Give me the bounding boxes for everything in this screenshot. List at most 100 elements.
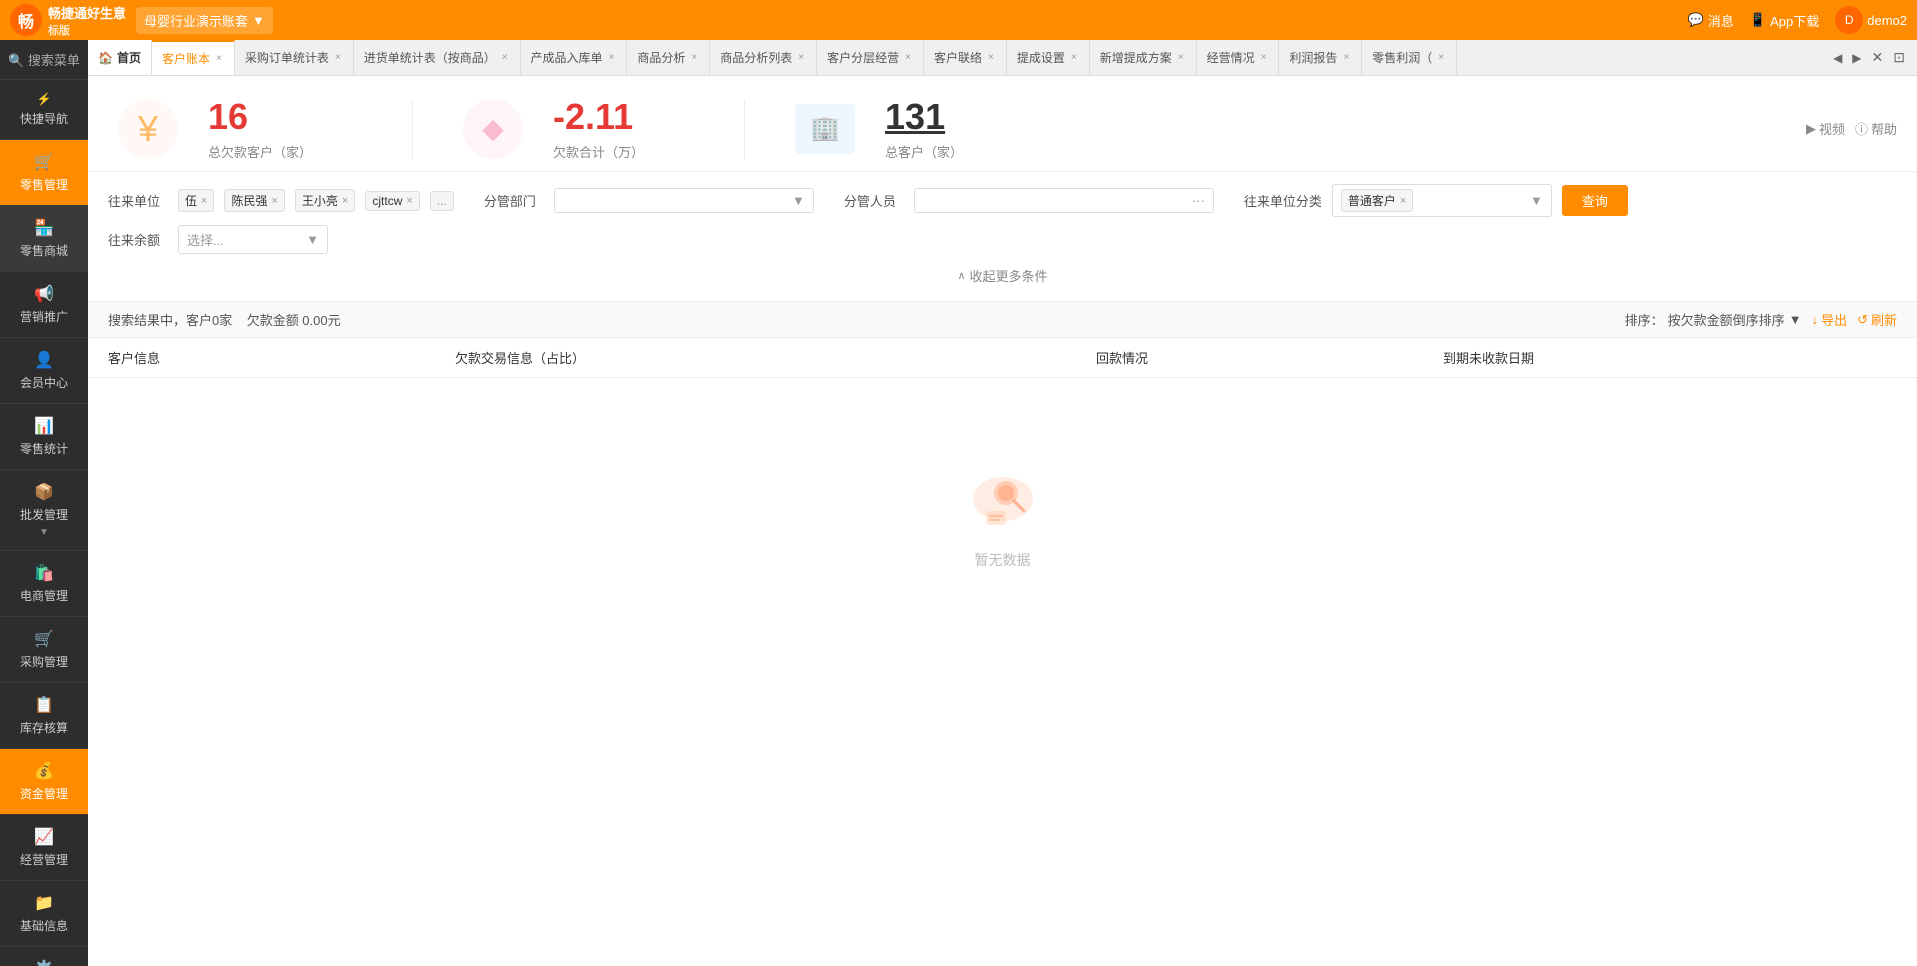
tab-cost-stock[interactable]: 产成品入库单 ×: [521, 40, 628, 76]
member-icon: 👤: [34, 350, 54, 370]
col-customer-info: 客户信息: [88, 338, 435, 378]
stat-block-3: 🏢 131 总客户（家）: [785, 96, 1023, 161]
logo-text: 畅捷通好生意 标版: [48, 3, 126, 38]
export-button[interactable]: ↓ 导出: [1812, 310, 1848, 329]
nav-icon: ⚡: [37, 92, 52, 106]
sidebar-item-retail-mgmt[interactable]: 🛒 零售管理: [0, 140, 88, 206]
purchase-icon: 🛒: [34, 629, 54, 649]
tab-close-goods-analysis[interactable]: ×: [689, 52, 699, 63]
tab-close-cost-stock[interactable]: ×: [607, 52, 617, 63]
stat-block-1: ¥ 16 总欠款客户（家）: [108, 96, 372, 161]
sidebar-item-label: 资金管理: [20, 785, 68, 802]
tab-operation-status[interactable]: 经营情况 ×: [1197, 40, 1280, 76]
tab-home[interactable]: 🏠 首页: [88, 40, 152, 76]
retail-icon: 🛒: [34, 152, 54, 172]
sidebar-item-finance[interactable]: 💰 资金管理: [0, 749, 88, 815]
tab-close-goods-analysis-list[interactable]: ×: [796, 52, 806, 63]
content-area: 🏠 首页 客户账本 × 采购订单统计表 × 进货单统计表（按商品） × 产成品入…: [88, 40, 1917, 966]
tab-close-customer-contact[interactable]: ×: [986, 52, 996, 63]
sidebar-item-member-center[interactable]: 👤 会员中心: [0, 338, 88, 404]
tab-new-promotion[interactable]: 新增提成方案 ×: [1090, 40, 1197, 76]
sort-selector[interactable]: 排序： 按欠款金额倒序排序 ▼: [1625, 310, 1802, 329]
sidebar-item-inventory[interactable]: 📋 库存核算: [0, 683, 88, 749]
app-logo: 畅 畅捷通好生意 标版: [10, 3, 126, 38]
sidebar-item-retail-stat[interactable]: 📊 零售统计: [0, 404, 88, 470]
stats-section: ¥ 16 总欠款客户（家） ◆ -2.11: [88, 76, 1917, 172]
tab-goods-analysis-list[interactable]: 商品分析列表 ×: [710, 40, 817, 76]
user-menu[interactable]: D demo2: [1835, 6, 1907, 34]
tab-customer-contact[interactable]: 客户联络 ×: [924, 40, 1007, 76]
tag-close-normal[interactable]: ×: [1400, 195, 1406, 207]
sort-label: 排序：: [1625, 310, 1664, 329]
stat-icon-1: ¥: [108, 99, 188, 159]
home-icon: 🏠: [98, 51, 113, 65]
sidebar-item-label: 零售统计: [20, 440, 68, 457]
selector-label: 母婴行业演示账套: [144, 11, 248, 30]
tab-close-customer-book[interactable]: ×: [214, 53, 224, 64]
filter-tag-cjttcw: cjttcw ×: [365, 191, 419, 211]
inventory-icon: 📋: [34, 695, 54, 715]
sidebar-item-system[interactable]: ⚙️ 系统管理: [0, 947, 88, 966]
query-button[interactable]: 查询: [1562, 185, 1628, 216]
app-download-button[interactable]: 📱 App下载: [1750, 11, 1819, 30]
sidebar-item-basic-info[interactable]: 📁 基础信息: [0, 881, 88, 947]
sidebar-item-ecommerce[interactable]: 🛍️ 电商管理: [0, 551, 88, 617]
sidebar-item-label: 基础信息: [20, 917, 68, 934]
main-content: ¥ 16 总欠款客户（家） ◆ -2.11: [88, 76, 1917, 966]
tag-close-wu[interactable]: ×: [201, 195, 207, 207]
tab-customer-book[interactable]: 客户账本 ×: [152, 40, 235, 76]
tab-close-customer-segment[interactable]: ×: [903, 52, 913, 63]
tag-close-cjttcw[interactable]: ×: [406, 195, 412, 207]
filter-tag-more[interactable]: ...: [430, 191, 454, 211]
app-container: 畅 畅捷通好生意 标版 母婴行业演示账套 ▼ 💬 消息 📱 App下载 D de…: [0, 0, 1917, 966]
basic-icon: 📁: [34, 893, 54, 913]
person-select[interactable]: ···: [914, 188, 1214, 213]
tab-close-new-promotion[interactable]: ×: [1176, 52, 1186, 63]
chevron-down-icon: ▼: [792, 193, 805, 208]
sidebar-item-wholesale[interactable]: 📦 批发管理 ▼: [0, 470, 88, 551]
sidebar-quick-nav[interactable]: ⚡ 快捷导航: [0, 80, 88, 140]
sidebar-item-marketing[interactable]: 📢 营销推广: [0, 272, 88, 338]
classify-select[interactable]: 普通客户 × ▼: [1332, 184, 1552, 217]
sidebar-search[interactable]: 🔍 搜索菜单: [0, 40, 88, 80]
dept-select[interactable]: ▼: [554, 188, 814, 213]
sidebar-item-retail-mall[interactable]: 🏪 零售商城: [0, 206, 88, 272]
tab-close-profit-report[interactable]: ×: [1341, 52, 1351, 63]
message-icon: 💬: [1688, 12, 1704, 28]
balance-select[interactable]: 选择... ▼: [178, 225, 328, 254]
sidebar-item-purchase[interactable]: 🛒 采购管理: [0, 617, 88, 683]
tab-retail-profit[interactable]: 零售利润（ ×: [1362, 40, 1457, 76]
help-link[interactable]: ⓘ 帮助: [1855, 119, 1897, 138]
balance-label: 往来余额: [108, 230, 168, 249]
operation-icon: 📈: [34, 827, 54, 847]
empty-icon: [953, 458, 1053, 538]
video-link[interactable]: ▶ 视频: [1806, 119, 1845, 138]
tab-customer-segment[interactable]: 客户分层经营 ×: [817, 40, 924, 76]
data-table: 客户信息 欠款交易信息（占比） 回款情况 到期未收款日期: [88, 338, 1917, 378]
tab-close-promotion-settings[interactable]: ×: [1069, 52, 1079, 63]
refresh-button[interactable]: ↺ 刷新: [1857, 310, 1897, 329]
tab-profit-report[interactable]: 利润报告 ×: [1279, 40, 1362, 76]
tab-close-stock-stat[interactable]: ×: [500, 52, 510, 63]
table-header-row: 客户信息 欠款交易信息（占比） 回款情况 到期未收款日期: [88, 338, 1917, 378]
tab-expand[interactable]: ⊡: [1889, 47, 1909, 68]
tab-prev-arrow[interactable]: ◀: [1829, 49, 1846, 67]
company-selector[interactable]: 母婴行业演示账套 ▼: [136, 7, 273, 34]
tab-close-retail-profit[interactable]: ×: [1436, 52, 1446, 63]
tab-purchase-order[interactable]: 采购订单统计表 ×: [235, 40, 354, 76]
tag-close-wang[interactable]: ×: [342, 195, 348, 207]
sidebar-item-operation[interactable]: 📈 经营管理: [0, 815, 88, 881]
tab-close-purchase-order[interactable]: ×: [333, 52, 343, 63]
collapse-button[interactable]: ∧ 收起更多条件: [108, 262, 1897, 289]
stat-icon: 📊: [34, 416, 54, 436]
diamond-icon: ◆: [463, 99, 523, 159]
tab-promotion-settings[interactable]: 提成设置 ×: [1007, 40, 1090, 76]
tab-goods-analysis[interactable]: 商品分析 ×: [627, 40, 710, 76]
message-button[interactable]: 💬 消息: [1688, 11, 1734, 30]
tab-stock-stat[interactable]: 进货单统计表（按商品） ×: [354, 40, 521, 76]
tab-close-all[interactable]: ✕: [1868, 47, 1888, 68]
tag-close-chen[interactable]: ×: [271, 195, 277, 207]
tab-next-arrow[interactable]: ▶: [1848, 49, 1865, 67]
quick-nav-label: 快捷导航: [20, 110, 68, 127]
tab-close-operation-status[interactable]: ×: [1259, 52, 1269, 63]
